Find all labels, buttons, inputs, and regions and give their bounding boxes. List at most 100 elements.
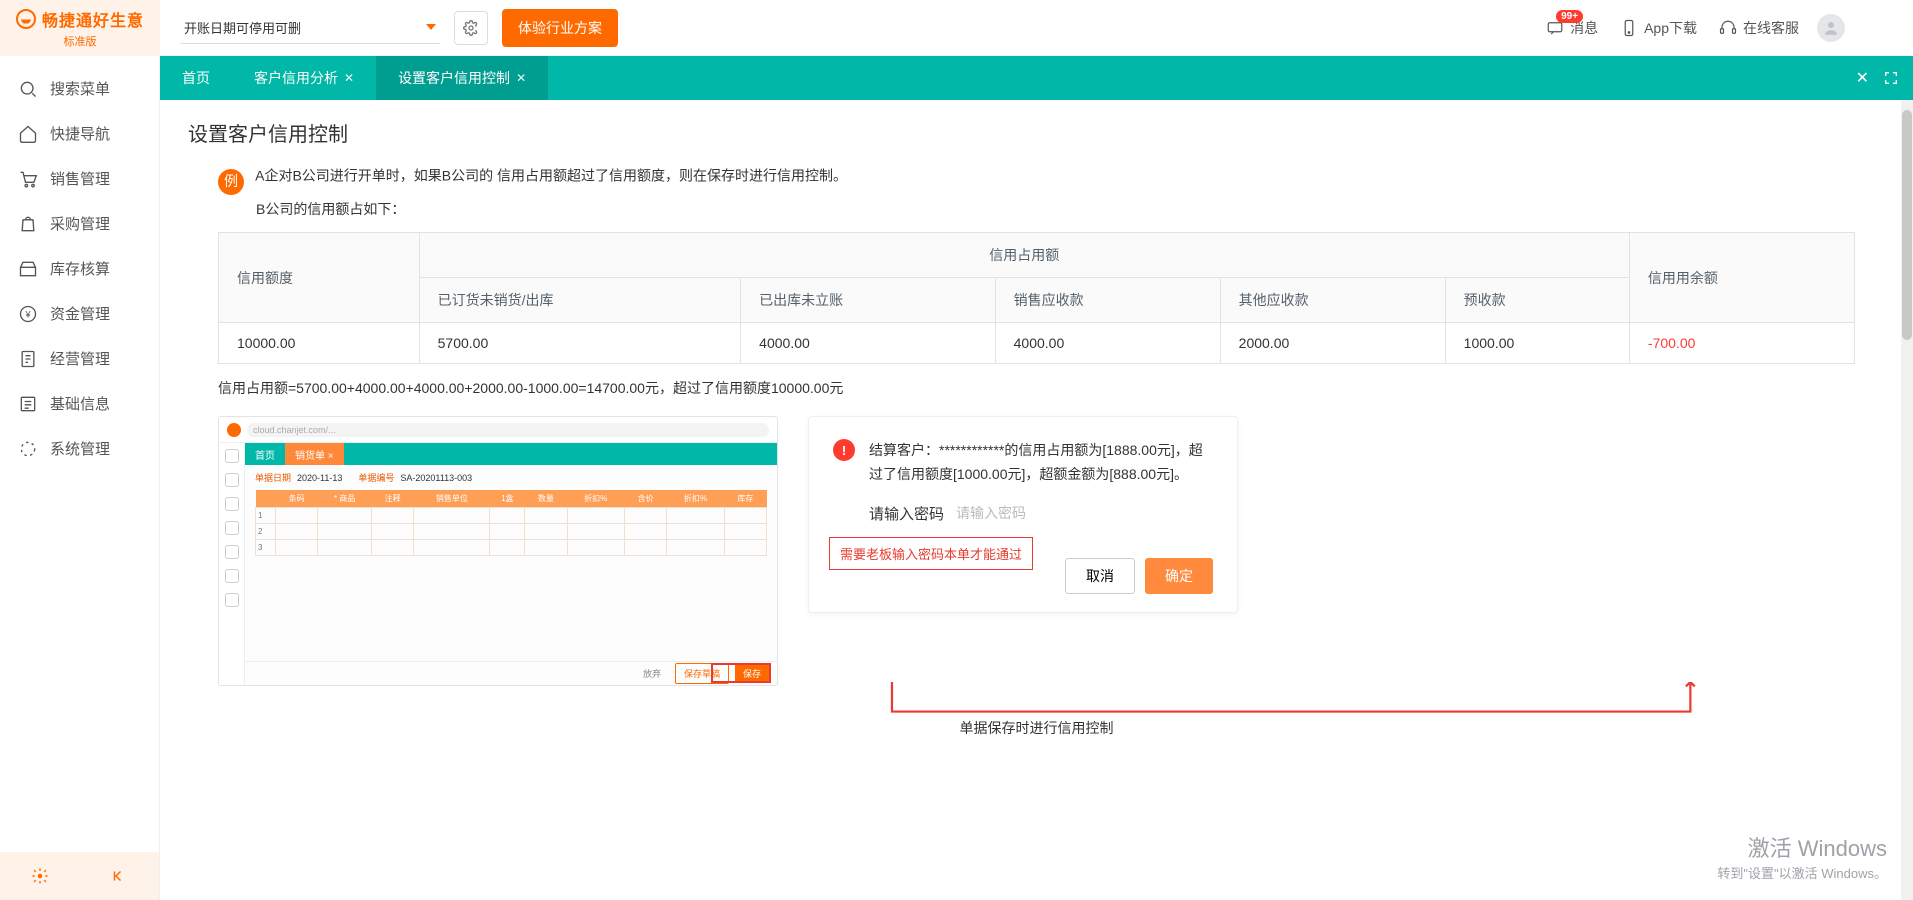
td-val-4: 1000.00 bbox=[1445, 323, 1629, 364]
phone-icon bbox=[1620, 19, 1638, 37]
mini-th: 1盒 bbox=[490, 490, 525, 508]
headset-icon bbox=[1719, 19, 1737, 37]
fullscreen-icon[interactable] bbox=[1883, 70, 1899, 86]
sidebar-item-sales[interactable]: 销售管理 bbox=[0, 156, 159, 201]
sidebar-item-basicinfo[interactable]: 基础信息 bbox=[0, 381, 159, 426]
mini-th: 含价 bbox=[624, 490, 666, 508]
sidebar-item-search[interactable]: 搜索菜单 bbox=[0, 66, 159, 111]
td-balance: -700.00 bbox=[1629, 323, 1854, 364]
avatar-icon bbox=[1822, 19, 1840, 37]
sysgear-icon bbox=[18, 439, 38, 459]
home-icon bbox=[18, 124, 38, 144]
support-button[interactable]: 在线客服 bbox=[1719, 18, 1799, 38]
mini-sidebar bbox=[219, 443, 245, 685]
pwd-input[interactable] bbox=[956, 505, 1213, 521]
mini-th: 折扣% bbox=[667, 490, 724, 508]
footer-gear-icon[interactable] bbox=[31, 867, 49, 885]
page-scroll-area[interactable]: 设置客户信用控制 例 A企对B公司进行开单时，如果B公司的 信用占用额超过了信用… bbox=[160, 100, 1913, 900]
sidebar-item-system[interactable]: 系统管理 bbox=[0, 426, 159, 471]
mini-grid: 条码 * 商品 注释 销售单位 1盒 数量 折扣% 含价 折扣% bbox=[255, 490, 767, 556]
mini-th: 销售单位 bbox=[414, 490, 490, 508]
th-usage-0: 已订货未销货/出库 bbox=[419, 278, 741, 323]
brand-box: 畅捷通好生意 标准版 bbox=[0, 0, 160, 56]
th-balance: 信用用余额 bbox=[1629, 233, 1854, 323]
box-icon bbox=[18, 259, 38, 279]
footer-collapse-icon[interactable] bbox=[110, 867, 128, 885]
sidebar-item-funds[interactable]: ¥ 资金管理 bbox=[0, 291, 159, 336]
sidebar-item-label: 销售管理 bbox=[50, 168, 110, 189]
sales-order-screenshot: cloud.chanjet.com/... 首页 销货单 × bbox=[218, 416, 778, 686]
example-text: A企对B公司进行开单时，如果B公司的 信用占用额超过了信用额度，则在保存时进行信… bbox=[255, 167, 847, 183]
close-icon[interactable]: ✕ bbox=[344, 71, 354, 85]
workspace-tabs: 首页 客户信用分析 ✕ 设置客户信用控制 ✕ ✕ bbox=[160, 56, 1913, 100]
formula-line: 信用占用额=5700.00+4000.00+4000.00+2000.00-10… bbox=[218, 378, 1855, 398]
app-download-label: App下载 bbox=[1644, 18, 1697, 38]
mini-th: 条码 bbox=[276, 490, 318, 508]
sidebar-item-label: 经营管理 bbox=[50, 348, 110, 369]
tab-credit-control[interactable]: 设置客户信用控制 ✕ bbox=[376, 56, 548, 100]
sidebar-item-label: 资金管理 bbox=[50, 303, 110, 324]
mini-tab-home: 首页 bbox=[245, 443, 285, 465]
brand-logo-icon bbox=[16, 9, 36, 29]
pwd-label: 请输入密码 bbox=[869, 503, 944, 524]
sidebar-item-label: 采购管理 bbox=[50, 213, 110, 234]
money-icon: ¥ bbox=[18, 304, 38, 324]
credit-warning-dialog: ! 结算客户：************的信用占用额为[1888.00元]，超过了… bbox=[808, 416, 1238, 613]
sidebar-item-quicknav[interactable]: 快捷导航 bbox=[0, 111, 159, 156]
mini-th bbox=[256, 490, 276, 508]
mini-th: 库存 bbox=[724, 490, 766, 508]
account-selector[interactable]: 开账日期可停用可删 bbox=[180, 12, 440, 44]
th-usage-group: 信用占用额 bbox=[419, 233, 1629, 278]
scrollbar-track[interactable] bbox=[1901, 100, 1913, 900]
td-val-2: 4000.00 bbox=[995, 323, 1220, 364]
cart-icon bbox=[18, 169, 38, 189]
page-title: 设置客户信用控制 bbox=[188, 118, 1885, 147]
th-credit-limit: 信用额度 bbox=[219, 233, 420, 323]
mini-date-label: 单据日期 bbox=[255, 471, 291, 484]
chevron-down-icon bbox=[426, 24, 436, 30]
sidebar-item-label: 快捷导航 bbox=[50, 123, 110, 144]
illustration-row: cloud.chanjet.com/... 首页 销货单 × bbox=[218, 416, 1855, 686]
tab-label: 客户信用分析 bbox=[254, 68, 338, 88]
mini-th: 注释 bbox=[371, 490, 413, 508]
svg-text:¥: ¥ bbox=[24, 309, 31, 319]
th-usage-3: 其他应收款 bbox=[1220, 278, 1445, 323]
hint-box: 需要老板输入密码本单才能通过 bbox=[829, 537, 1033, 570]
close-icon[interactable]: ✕ bbox=[516, 71, 526, 85]
tab-label: 设置客户信用控制 bbox=[398, 68, 510, 88]
mini-code-label: 单据编号 bbox=[358, 471, 394, 484]
form-icon bbox=[18, 394, 38, 414]
sidebar-item-purchase[interactable]: 采购管理 bbox=[0, 201, 159, 246]
tabs-close-button[interactable]: ✕ bbox=[1856, 68, 1869, 88]
sidebar-item-label: 搜索菜单 bbox=[50, 78, 110, 99]
td-val-3: 2000.00 bbox=[1220, 323, 1445, 364]
app-download-button[interactable]: App下载 bbox=[1620, 18, 1697, 38]
example-badge-icon: 例 bbox=[218, 169, 244, 195]
td-val-1: 4000.00 bbox=[741, 323, 995, 364]
sidebar-item-label: 基础信息 bbox=[50, 393, 110, 414]
cancel-button[interactable]: 取消 bbox=[1065, 558, 1135, 594]
tab-home[interactable]: 首页 bbox=[160, 56, 232, 100]
confirm-button[interactable]: 确定 bbox=[1145, 558, 1213, 594]
bag-icon bbox=[18, 214, 38, 234]
topbar: 畅捷通好生意 标准版 开账日期可停用可删 体验行业方案 99+ 消息 App下载… bbox=[0, 0, 1913, 56]
th-usage-1: 已出库未立账 bbox=[741, 278, 995, 323]
sidebar-item-inventory[interactable]: 库存核算 bbox=[0, 246, 159, 291]
th-usage-4: 预收款 bbox=[1445, 278, 1629, 323]
settings-button[interactable] bbox=[454, 11, 488, 45]
td-val-0: 5700.00 bbox=[419, 323, 741, 364]
user-avatar[interactable] bbox=[1817, 14, 1845, 42]
table-row: 10000.00 5700.00 4000.00 4000.00 2000.00… bbox=[219, 323, 1855, 364]
sidebar-footer bbox=[0, 852, 159, 900]
account-selector-label: 开账日期可停用可删 bbox=[184, 18, 301, 37]
scrollbar-thumb[interactable] bbox=[1902, 110, 1912, 340]
report-icon bbox=[18, 349, 38, 369]
mini-address-bar: cloud.chanjet.com/... bbox=[247, 423, 769, 437]
highlight-save-box bbox=[711, 663, 771, 683]
tab-home-label: 首页 bbox=[182, 68, 210, 88]
messages-button[interactable]: 99+ 消息 bbox=[1546, 18, 1598, 38]
sidebar-item-operations[interactable]: 经营管理 bbox=[0, 336, 159, 381]
tab-credit-analysis[interactable]: 客户信用分析 ✕ bbox=[232, 56, 376, 100]
experience-industry-button[interactable]: 体验行业方案 bbox=[502, 9, 618, 47]
td-credit-limit: 10000.00 bbox=[219, 323, 420, 364]
